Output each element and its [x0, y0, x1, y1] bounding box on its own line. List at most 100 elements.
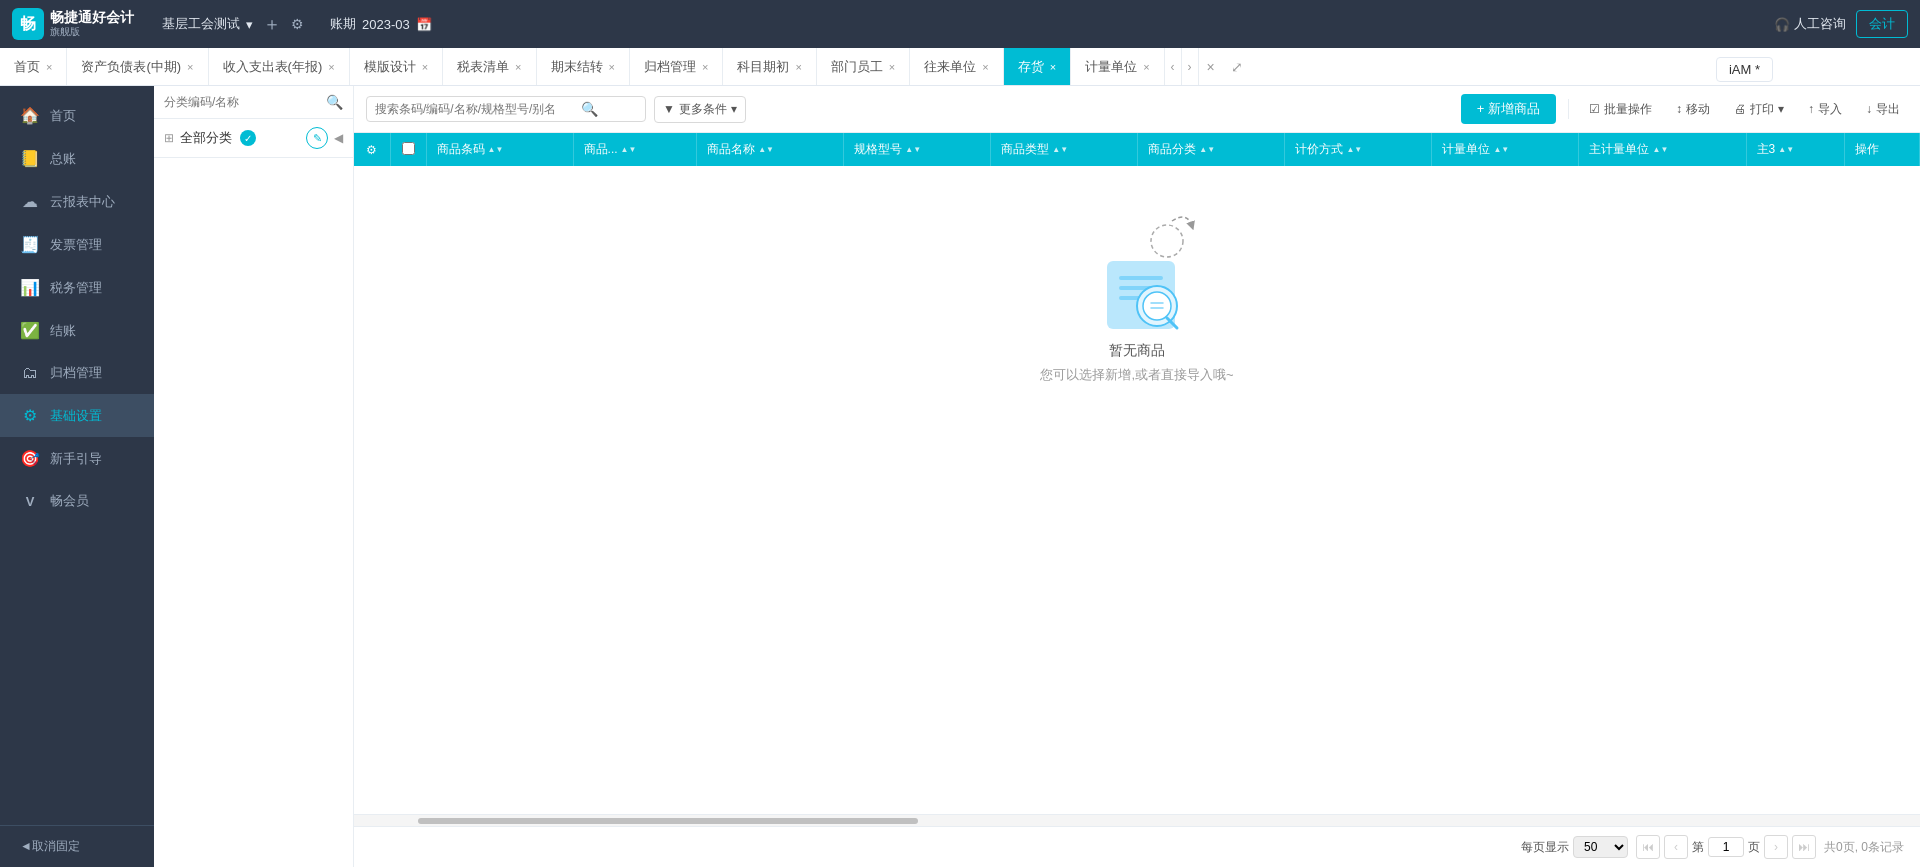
product-search-input[interactable] [375, 102, 575, 116]
tab-nav-prev[interactable]: ‹ [1165, 48, 1182, 86]
tab-home[interactable]: 首页 × [0, 48, 67, 86]
total-records: 共0页, 0条记录 [1824, 839, 1904, 856]
settlement-label: 结账 [50, 322, 76, 340]
logo-text-area: 畅捷通好会计 旗舰版 [50, 9, 134, 40]
divider-1 [1568, 99, 1569, 119]
tab-balance-sheet[interactable]: 资产负债表(中期) × [67, 48, 208, 86]
tab-units-close[interactable]: × [1143, 61, 1149, 73]
tab-archive[interactable]: 归档管理 × [630, 48, 723, 86]
product-search-icon[interactable]: 🔍 [581, 101, 598, 117]
per-page-select[interactable]: 50 20 100 [1573, 836, 1628, 858]
sidebar-item-member[interactable]: V 畅会员 [0, 480, 154, 522]
invoice-label: 发票管理 [50, 236, 102, 254]
company-selector[interactable]: 基层工会测试 ▾ [162, 15, 253, 33]
sidebar-item-invoice[interactable]: 🧾 发票管理 [0, 223, 154, 266]
tab-close-all[interactable]: × [1199, 48, 1223, 86]
sidebar-item-archive[interactable]: 🗂 归档管理 [0, 352, 154, 394]
col-name[interactable]: 商品名称 ▲▼ [697, 133, 844, 166]
category-badge: ✓ [240, 130, 256, 146]
tab-income-close[interactable]: × [328, 61, 334, 73]
move-button[interactable]: ↕ 移动 [1668, 97, 1718, 122]
tab-nav-next[interactable]: › [1182, 48, 1199, 86]
tab-subject-init[interactable]: 科目期初 × [723, 48, 816, 86]
col-check[interactable] [390, 133, 426, 166]
tab-subject-close[interactable]: × [795, 61, 801, 73]
tab-period-close-x[interactable]: × [609, 61, 615, 73]
all-category-label[interactable]: 全部分类 [180, 129, 232, 147]
tab-balance-close[interactable]: × [187, 61, 193, 73]
col-category[interactable]: 商品分类 ▲▼ [1138, 133, 1285, 166]
app-name: 畅捷通好会计 [50, 9, 134, 26]
scroll-thumb[interactable] [418, 818, 918, 824]
export-button[interactable]: ↓ 导出 [1858, 97, 1908, 122]
tab-archive-close[interactable]: × [702, 61, 708, 73]
col-settings[interactable]: ⚙ [354, 133, 390, 166]
category-edit-button[interactable]: ✎ [306, 127, 328, 149]
col-unit[interactable]: 计量单位 ▲▼ [1432, 133, 1579, 166]
tab-dept[interactable]: 部门员工 × [817, 48, 910, 86]
import-button[interactable]: ↑ 导入 [1800, 97, 1850, 122]
print-button[interactable]: 🖨 打印 ▾ [1726, 97, 1792, 122]
unpin-button[interactable]: ◄取消固定 [0, 825, 154, 867]
col-price-method[interactable]: 计价方式 ▲▼ [1285, 133, 1432, 166]
add-tab-button[interactable]: ＋ [263, 12, 281, 36]
batch-label: 批量操作 [1604, 101, 1652, 118]
consult-button[interactable]: 🎧 人工咨询 [1774, 15, 1846, 33]
calendar-icon[interactable]: 📅 [416, 17, 432, 32]
ledger-icon: 📒 [20, 149, 40, 168]
page-prev-button[interactable]: ‹ [1664, 835, 1688, 859]
page-number-input[interactable] [1708, 837, 1744, 857]
sidebar-item-home[interactable]: 🏠 首页 [0, 94, 154, 137]
account-button[interactable]: 会计 [1856, 10, 1908, 38]
sidebar-item-tax[interactable]: 📊 税务管理 [0, 266, 154, 309]
tab-expand[interactable]: ⤢ [1223, 48, 1251, 86]
col-spec[interactable]: 规格型号 ▲▼ [844, 133, 991, 166]
sidebar-item-settlement[interactable]: ✅ 结账 [0, 309, 154, 352]
tab-inventory[interactable]: 存货 × [1004, 48, 1071, 86]
batch-operation-button[interactable]: ☑ 批量操作 [1581, 97, 1660, 122]
tab-units[interactable]: 计量单位 × [1071, 48, 1164, 86]
tab-inventory-close[interactable]: × [1050, 61, 1056, 73]
tab-tax-label: 税表清单 [457, 58, 509, 76]
top-header: 畅 畅捷通好会计 旗舰版 基层工会测试 ▾ ＋ ⚙ 账期 2023-03 📅 🎧… [0, 0, 1920, 48]
category-panel: 🔍 ⊞ 全部分类 ✓ ✎ ◀ [154, 86, 354, 867]
import-label: 导入 [1818, 101, 1842, 118]
period-area: 账期 2023-03 📅 [330, 15, 432, 33]
tab-dept-close[interactable]: × [889, 61, 895, 73]
col-code[interactable]: 商品... ▲▼ [573, 133, 697, 166]
more-filter-button[interactable]: ▼ 更多条件 ▾ [654, 96, 746, 123]
category-search-icon[interactable]: 🔍 [326, 94, 343, 110]
sidebar-item-guide[interactable]: 🎯 新手引导 [0, 437, 154, 480]
tab-subject-label: 科目期初 [737, 58, 789, 76]
tab-period-close[interactable]: 期末结转 × [537, 48, 630, 86]
tab-income[interactable]: 收入支出表(年报) × [209, 48, 350, 86]
tab-contacts-close[interactable]: × [982, 61, 988, 73]
select-all-checkbox[interactable] [402, 142, 415, 155]
col-barcode[interactable]: 商品条码 ▲▼ [426, 133, 573, 166]
category-collapse-button[interactable]: ◀ [334, 131, 343, 145]
settings-label: 基础设置 [50, 407, 102, 425]
tab-tax-close[interactable]: × [515, 61, 521, 73]
horizontal-scrollbar[interactable] [354, 814, 1920, 826]
col-num3[interactable]: 主3 ▲▼ [1746, 133, 1844, 166]
tab-contacts[interactable]: 往来单位 × [910, 48, 1003, 86]
tab-template[interactable]: 模版设计 × [350, 48, 443, 86]
settings-header-button[interactable]: ⚙ [291, 16, 304, 32]
add-product-button[interactable]: + 新增商品 [1461, 94, 1556, 124]
col-main-unit[interactable]: 主计量单位 ▲▼ [1579, 133, 1746, 166]
export-label: 导出 [1876, 101, 1900, 118]
sidebar-item-ledger[interactable]: 📒 总账 [0, 137, 154, 180]
sidebar-item-reports[interactable]: ☁ 云报表中心 [0, 180, 154, 223]
tab-template-close[interactable]: × [422, 61, 428, 73]
page-next-button[interactable]: › [1764, 835, 1788, 859]
category-search-input[interactable] [164, 95, 320, 109]
tab-home-close[interactable]: × [46, 61, 52, 73]
sidebar-item-settings[interactable]: ⚙ 基础设置 [0, 394, 154, 437]
tab-tax[interactable]: 税表清单 × [443, 48, 536, 86]
page-first-button[interactable]: ⏮ [1636, 835, 1660, 859]
tab-period-close-label: 期末结转 [551, 58, 603, 76]
empty-state: 暂无商品 您可以选择新增,或者直接导入哦~ [354, 166, 1920, 424]
page-last-button[interactable]: ⏭ [1792, 835, 1816, 859]
col-type[interactable]: 商品类型 ▲▼ [991, 133, 1138, 166]
sidebar: 🏠 首页 📒 总账 ☁ 云报表中心 🧾 发票管理 📊 税务管理 ✅ 结账 🗂 归… [0, 86, 154, 867]
